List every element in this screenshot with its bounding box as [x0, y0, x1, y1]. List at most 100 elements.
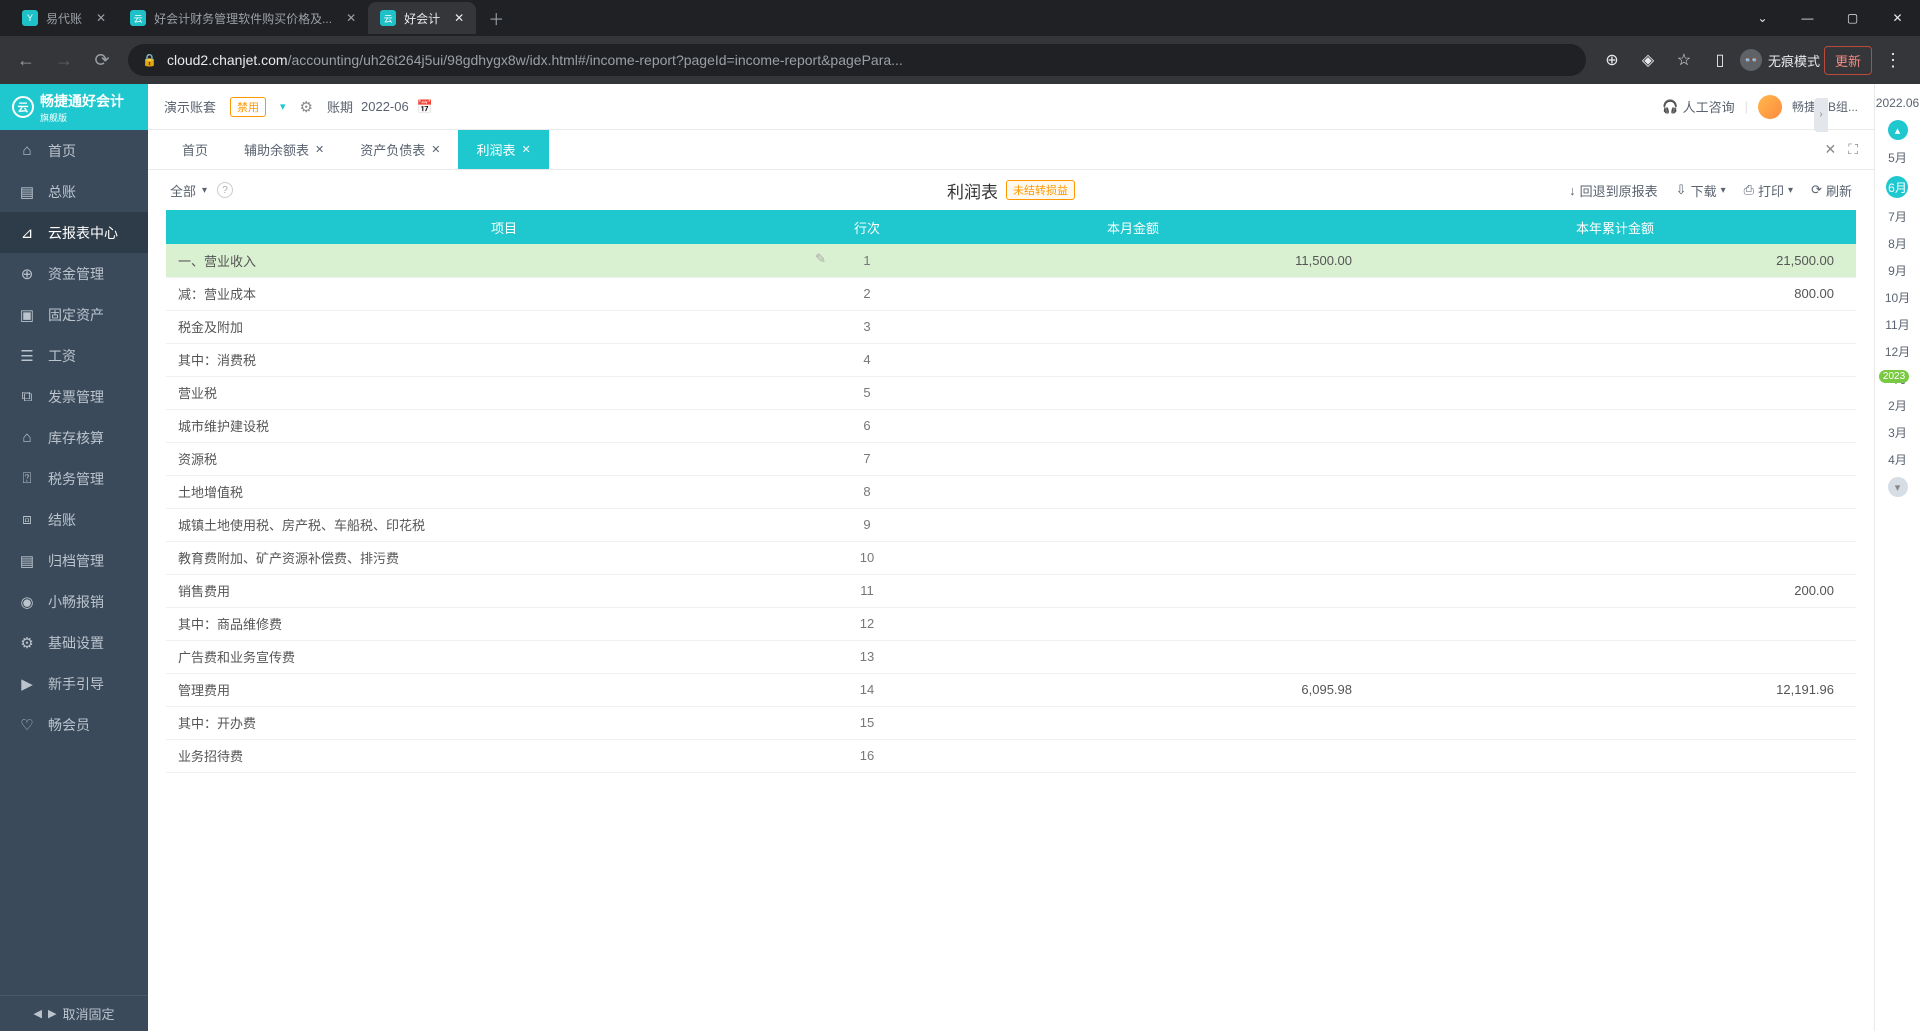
caret-down-icon[interactable]: ⌄: [1740, 0, 1785, 36]
month-item[interactable]: 9月: [1885, 257, 1910, 284]
new-tab-button[interactable]: ＋: [476, 6, 516, 30]
sidebar-item[interactable]: ▤ 归档管理: [0, 540, 148, 581]
close-all-tabs-icon[interactable]: ✕: [1824, 141, 1836, 158]
month-item[interactable]: 8月: [1885, 230, 1910, 257]
rail-down-button[interactable]: ▾: [1888, 477, 1908, 497]
page-tab[interactable]: 辅助余额表✕: [226, 130, 342, 169]
browser-tab[interactable]: 云 好会计财务管理软件购买价格及... ✕: [118, 2, 368, 34]
bookmark-icon[interactable]: ☆: [1668, 44, 1700, 76]
fullscreen-icon[interactable]: ⛶: [1848, 141, 1858, 158]
close-window-button[interactable]: ✕: [1875, 0, 1920, 36]
reload-button[interactable]: ⟳: [86, 44, 118, 76]
table-row[interactable]: 管理费用 14 6,095.98 12,191.96: [166, 673, 1856, 706]
extension-icon[interactable]: ◈: [1632, 44, 1664, 76]
sidebar-item[interactable]: ⊿ 云报表中心: [0, 212, 148, 253]
address-bar[interactable]: 🔒 cloud2.chanjet.com/accounting/uh26t264…: [128, 44, 1586, 76]
table-row[interactable]: 减：营业成本 2 800.00: [166, 277, 1856, 310]
edit-icon[interactable]: ✎: [815, 251, 826, 267]
sidebar-item[interactable]: ☰ 工资: [0, 335, 148, 376]
cancel-pin-button[interactable]: ◀ ▶ 取消固定: [0, 995, 148, 1031]
reading-list-icon[interactable]: ▯: [1704, 44, 1736, 76]
month-item[interactable]: 10月: [1885, 284, 1910, 311]
year-badge: 2023: [1879, 370, 1909, 383]
table-row[interactable]: 其中：商品维修费 12: [166, 607, 1856, 640]
download-button[interactable]: ⇩ 下载 ▾: [1676, 181, 1726, 200]
page-tab[interactable]: 首页: [164, 130, 226, 169]
sidebar-item[interactable]: ⧉ 发票管理: [0, 376, 148, 417]
avatar[interactable]: [1758, 95, 1782, 119]
month-item[interactable]: 3月: [1885, 419, 1910, 446]
restore-button[interactable]: ↓ 回退到原报表: [1569, 181, 1658, 200]
report-title: 利润表: [947, 178, 998, 203]
sidebar-item[interactable]: ▣ 固定资产: [0, 294, 148, 335]
tab-close-icon[interactable]: ✕: [346, 11, 356, 25]
table-row[interactable]: 广告费和业务宣传费 13: [166, 640, 1856, 673]
browser-tab[interactable]: Y 易代账 ✕: [10, 2, 118, 34]
month-item[interactable]: 11月: [1885, 311, 1910, 338]
rail-up-button[interactable]: ▴: [1888, 120, 1908, 140]
table-row[interactable]: 城市维护建设税 6: [166, 409, 1856, 442]
cell-item: 营业税: [166, 376, 842, 409]
sidebar-item[interactable]: ⌂ 首页: [0, 130, 148, 171]
help-icon[interactable]: ?: [217, 182, 233, 198]
month-item[interactable]: 4月: [1885, 446, 1910, 473]
maximize-button[interactable]: ▢: [1830, 0, 1875, 36]
month-item[interactable]: 12月: [1885, 338, 1910, 365]
minimize-button[interactable]: —: [1785, 0, 1830, 36]
table-row[interactable]: 营业税 5: [166, 376, 1856, 409]
sidebar-item[interactable]: ♡ 畅会员: [0, 704, 148, 745]
cell-item: 税金及附加: [166, 310, 842, 343]
sidebar-item[interactable]: ⍰ 税务管理: [0, 458, 148, 499]
browser-tab[interactable]: 云 好会计 ✕: [368, 2, 476, 34]
sidebar-item[interactable]: ◉ 小畅报销: [0, 581, 148, 622]
account-dropdown-icon[interactable]: ▾: [280, 100, 286, 113]
table-row[interactable]: 教育费附加、矿产资源补偿费、排污费 10: [166, 541, 1856, 574]
table-row[interactable]: 其中：开办费 15: [166, 706, 1856, 739]
sidebar-item[interactable]: ⌂ 库存核算: [0, 417, 148, 458]
table-row[interactable]: 土地增值税 8: [166, 475, 1856, 508]
disable-badge[interactable]: 禁用: [230, 97, 266, 117]
table-row[interactable]: 销售费用 11 200.00: [166, 574, 1856, 607]
month-item[interactable]: 6月: [1885, 171, 1910, 203]
tab-close-icon[interactable]: ✕: [96, 11, 106, 25]
month-item[interactable]: 20231月: [1885, 365, 1910, 392]
tab-close-icon[interactable]: ✕: [522, 143, 531, 156]
tab-close-icon[interactable]: ✕: [431, 143, 440, 156]
table-row[interactable]: 税金及附加 3: [166, 310, 1856, 343]
month-item[interactable]: 2月: [1885, 392, 1910, 419]
forward-button[interactable]: →: [48, 44, 80, 76]
update-button[interactable]: 更新: [1824, 46, 1872, 75]
table-row[interactable]: 城镇土地使用税、房产税、车船税、印花税 9: [166, 508, 1856, 541]
calendar-icon[interactable]: 📅: [417, 99, 433, 115]
page-tab[interactable]: 利润表✕: [458, 130, 548, 169]
table-row[interactable]: 业务招待费 16: [166, 739, 1856, 772]
page-tab[interactable]: 资产负债表✕: [342, 130, 458, 169]
filter-dropdown[interactable]: 全部 ▾: [170, 181, 207, 200]
window-controls: ⌄ — ▢ ✕: [1740, 0, 1920, 36]
back-button[interactable]: ←: [10, 44, 42, 76]
app-logo[interactable]: 云 畅捷通好会计 旗舰版: [0, 84, 148, 130]
cell-rownum: 2: [842, 277, 892, 310]
print-button[interactable]: ⎙ 打印 ▾: [1744, 181, 1793, 200]
tab-close-icon[interactable]: ✕: [454, 11, 464, 25]
filter-label: 全部: [170, 181, 196, 200]
month-item[interactable]: 7月: [1885, 203, 1910, 230]
month-item[interactable]: 5月: [1885, 144, 1910, 171]
consult-button[interactable]: 🎧 人工咨询: [1662, 97, 1734, 116]
settings-icon[interactable]: ⚙: [300, 98, 313, 116]
table-row[interactable]: 其中：消费税 4: [166, 343, 1856, 376]
sidebar-item[interactable]: ⧈ 结账: [0, 499, 148, 540]
table-row[interactable]: 资源税 7: [166, 442, 1856, 475]
tab-close-icon[interactable]: ✕: [315, 143, 324, 156]
browser-menu-button[interactable]: ⋮: [1876, 50, 1910, 71]
table-row[interactable]: 一、营业收入✎ 1 11,500.00 21,500.00: [166, 244, 1856, 277]
sidebar-item[interactable]: ⚙ 基础设置: [0, 622, 148, 663]
sidebar-item[interactable]: ▶ 新手引导: [0, 663, 148, 704]
zoom-icon[interactable]: ⊕: [1596, 44, 1628, 76]
sidebar-item[interactable]: ⊕ 资金管理: [0, 253, 148, 294]
account-name[interactable]: 演示账套: [164, 97, 216, 116]
refresh-button[interactable]: ⟳ 刷新: [1811, 181, 1852, 200]
download-icon: ⇩: [1676, 182, 1687, 198]
collapse-rail-handle[interactable]: ›: [1814, 98, 1828, 132]
sidebar-item[interactable]: ▤ 总账: [0, 171, 148, 212]
